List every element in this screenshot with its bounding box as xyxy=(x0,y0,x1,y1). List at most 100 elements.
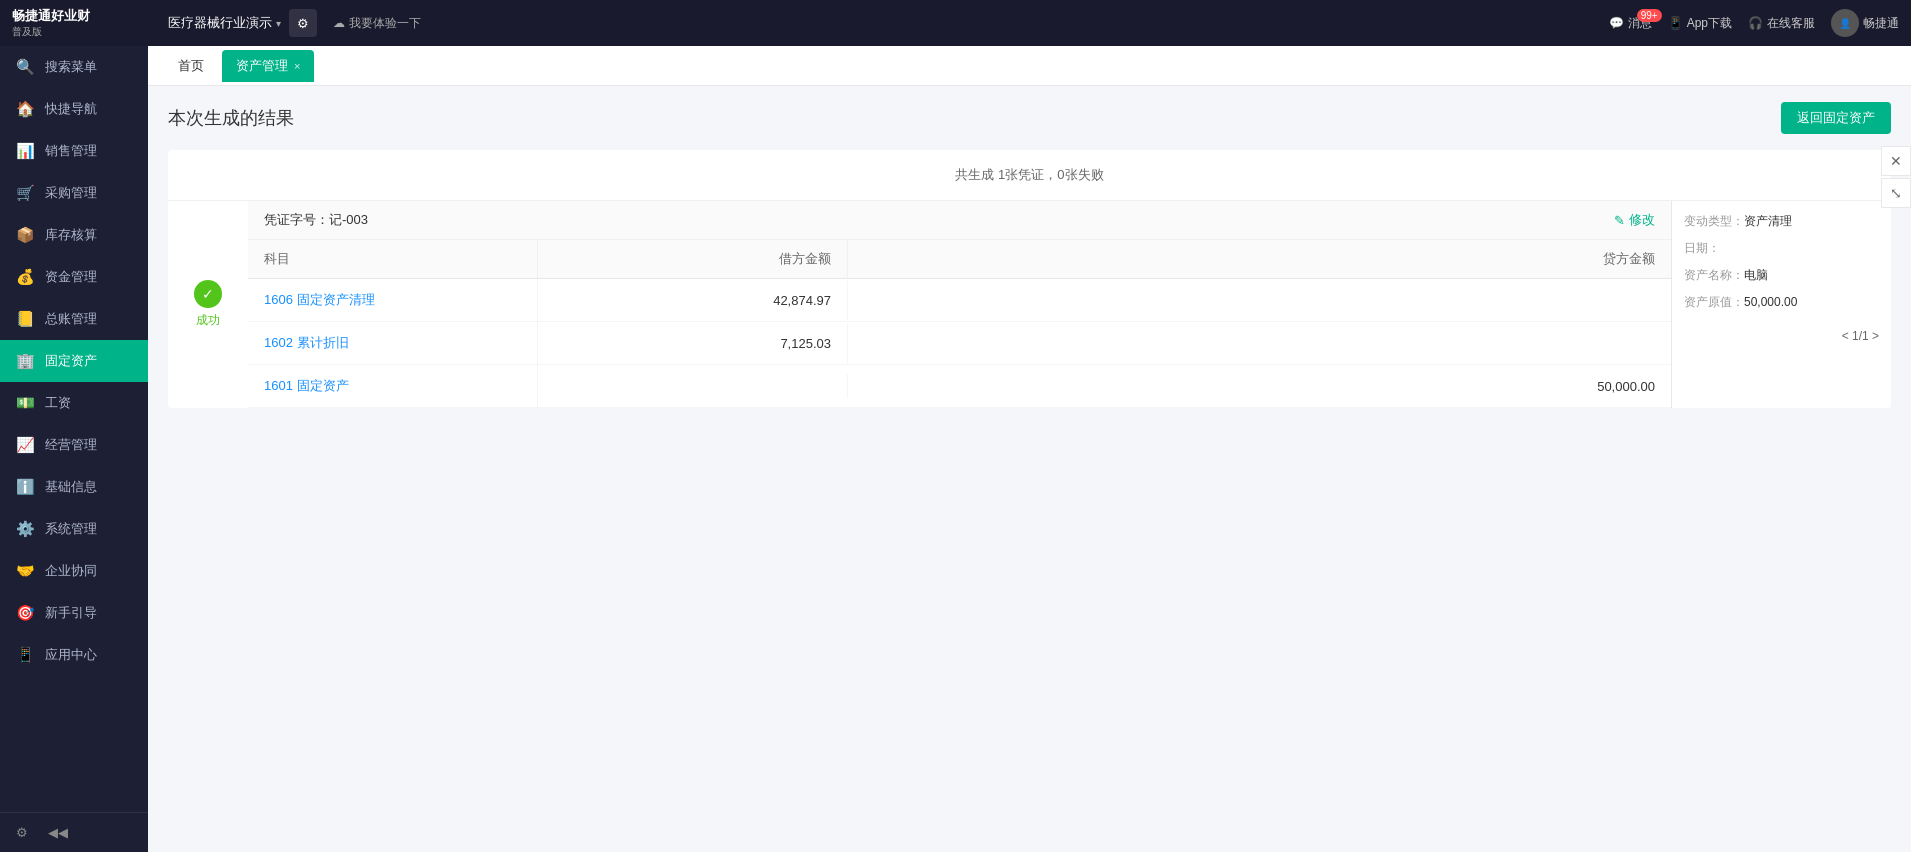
close-panel-button[interactable]: ✕ xyxy=(1881,146,1911,176)
page-title: 本次生成的结果 xyxy=(168,106,294,130)
collapse-button[interactable]: ◀◀ xyxy=(44,821,72,844)
sidebar-item-label: 基础信息 xyxy=(45,478,97,496)
right-panel: 变动类型： 资产清理 日期： 资产名称： 电脑 资产原值： xyxy=(1671,201,1891,408)
panel-controls: ✕ ⤡ xyxy=(1881,146,1911,208)
payroll-icon: 💵 xyxy=(16,394,35,412)
page-content: 本次生成的结果 返回固定资产 共生成 1张凭证，0张失败 ✓ 成功 凭证字号：记… xyxy=(148,86,1911,852)
sidebar-item-app-center[interactable]: 📱 应用中心 xyxy=(0,634,148,676)
row2-debit: 7,125.03 xyxy=(538,324,848,363)
sidebar-item-label: 固定资产 xyxy=(45,352,97,370)
avatar: 👤 xyxy=(1831,9,1859,37)
sidebar-bottom: ⚙ ◀◀ xyxy=(0,812,148,852)
return-button[interactable]: 返回固定资产 xyxy=(1781,102,1891,134)
row2-subject[interactable]: 1602 累计折旧 xyxy=(248,322,538,364)
table-row: 1601 固定资产 50,000.00 xyxy=(248,365,1671,408)
enterprise-icon: 🤝 xyxy=(16,562,35,580)
row1-debit: 42,874.97 xyxy=(538,281,848,320)
sidebar-item-label: 经营管理 xyxy=(45,436,97,454)
trial-button[interactable]: ☁ 我要体验一下 xyxy=(325,11,429,36)
system-icon: ⚙️ xyxy=(16,520,35,538)
sidebar-item-label: 销售管理 xyxy=(45,142,97,160)
success-indicator: ✓ 成功 xyxy=(168,201,248,408)
logo-sub: 普及版 xyxy=(12,25,160,39)
sidebar-item-payroll[interactable]: 💵 工资 xyxy=(0,382,148,424)
tab-home-label: 首页 xyxy=(178,57,204,75)
asset-name-row: 资产名称： 电脑 xyxy=(1684,267,1879,284)
online-service-button[interactable]: 🎧 在线客服 xyxy=(1748,15,1815,32)
asset-name-label: 资产名称： xyxy=(1684,267,1744,284)
sidebar-item-ledger[interactable]: 📒 总账管理 xyxy=(0,298,148,340)
operations-icon: 📈 xyxy=(16,436,35,454)
sidebar-item-operations[interactable]: 📈 经营管理 xyxy=(0,424,148,466)
cloud-icon: ☁ xyxy=(333,16,345,30)
user-menu[interactable]: 👤 畅捷通 xyxy=(1831,9,1899,37)
th-subject: 科目 xyxy=(248,240,538,278)
date-label: 日期： xyxy=(1684,240,1744,257)
sidebar-item-quick-nav[interactable]: 🏠 快捷导航 xyxy=(0,88,148,130)
sales-icon: 📊 xyxy=(16,142,35,160)
sidebar-item-guide[interactable]: 🎯 新手引导 xyxy=(0,592,148,634)
sidebar-item-system[interactable]: ⚙️ 系统管理 xyxy=(0,508,148,550)
settings-bottom-button[interactable]: ⚙ xyxy=(12,821,32,844)
message-icon: 💬 xyxy=(1609,16,1624,30)
headset-icon: 🎧 xyxy=(1748,16,1763,30)
tab-home[interactable]: 首页 xyxy=(164,50,218,82)
chevron-down-icon: ▾ xyxy=(276,18,281,29)
logo-title: 畅捷通好业财 xyxy=(12,7,160,25)
tab-asset-management[interactable]: 资产管理 × xyxy=(222,50,314,82)
th-credit: 贷方金额 xyxy=(848,240,1671,278)
sidebar-item-search[interactable]: 🔍 搜索菜单 xyxy=(0,46,148,88)
messages-badge: 99+ xyxy=(1637,9,1662,22)
row1-subject[interactable]: 1606 固定资产清理 xyxy=(248,279,538,321)
app-center-icon: 📱 xyxy=(16,646,35,664)
company-name: 医疗器械行业演示 xyxy=(168,14,272,32)
sidebar-item-funds[interactable]: 💰 资金管理 xyxy=(0,256,148,298)
th-debit: 借方金额 xyxy=(538,240,848,278)
sidebar-item-basic-info[interactable]: ℹ️ 基础信息 xyxy=(0,466,148,508)
sidebar-item-label: 系统管理 xyxy=(45,520,97,538)
sidebar-item-label: 库存核算 xyxy=(45,226,97,244)
original-value-value: 50,000.00 xyxy=(1744,295,1797,309)
settings-button[interactable]: ⚙ xyxy=(289,9,317,37)
expand-panel-button[interactable]: ⤡ xyxy=(1881,178,1911,208)
tab-close-button[interactable]: × xyxy=(294,60,300,72)
row3-subject[interactable]: 1601 固定资产 xyxy=(248,365,538,407)
sidebar-item-label: 应用中心 xyxy=(45,646,97,664)
change-type-label: 变动类型： xyxy=(1684,213,1744,230)
pagination[interactable]: < 1/1 > xyxy=(1684,321,1879,343)
online-service-label: 在线客服 xyxy=(1767,15,1815,32)
result-panel: 共生成 1张凭证，0张失败 ✓ 成功 凭证字号：记-003 ✎ 修改 xyxy=(168,150,1891,408)
edit-icon: ✎ xyxy=(1614,213,1625,228)
content-area: 首页 资产管理 × 本次生成的结果 返回固定资产 共生成 1张凭证，0张失败 ✓… xyxy=(148,46,1911,852)
sidebar-item-enterprise[interactable]: 🤝 企业协同 xyxy=(0,550,148,592)
row1-credit xyxy=(848,288,1671,312)
home-icon: 🏠 xyxy=(16,100,35,118)
header-center: 医疗器械行业演示 ▾ ⚙ ☁ 我要体验一下 xyxy=(160,9,1609,37)
building-icon: 🏢 xyxy=(16,352,35,370)
voucher-container: ✓ 成功 凭证字号：记-003 ✎ 修改 科目 xyxy=(168,201,1891,408)
edit-button[interactable]: ✎ 修改 xyxy=(1614,211,1655,229)
username-label: 畅捷通 xyxy=(1863,15,1899,32)
sidebar-item-inventory[interactable]: 📦 库存核算 xyxy=(0,214,148,256)
sidebar-item-sales[interactable]: 📊 销售管理 xyxy=(0,130,148,172)
table-row: 1606 固定资产清理 42,874.97 xyxy=(248,279,1671,322)
sidebar-item-label: 资金管理 xyxy=(45,268,97,286)
sidebar-item-label: 企业协同 xyxy=(45,562,97,580)
row3-credit: 50,000.00 xyxy=(848,367,1671,406)
sidebar-item-label: 采购管理 xyxy=(45,184,97,202)
company-selector[interactable]: 医疗器械行业演示 ▾ xyxy=(168,14,281,32)
sidebar-item-purchase[interactable]: 🛒 采购管理 xyxy=(0,172,148,214)
sidebar-item-fixed-assets[interactable]: 🏢 固定资产 xyxy=(0,340,148,382)
messages-button[interactable]: 💬 消息 99+ xyxy=(1609,15,1652,32)
app-download-button[interactable]: 📱 App下载 xyxy=(1668,15,1732,32)
sidebar-item-label: 工资 xyxy=(45,394,71,412)
mobile-icon: 📱 xyxy=(1668,16,1683,30)
sidebar-scroll[interactable]: 🔍 搜索菜单 🏠 快捷导航 📊 销售管理 🛒 采购管理 📦 库存核算 💰 xyxy=(0,46,148,812)
sidebar-item-label: 快捷导航 xyxy=(45,100,97,118)
asset-name-value: 电脑 xyxy=(1744,267,1768,284)
tab-bar: 首页 资产管理 × xyxy=(148,46,1911,86)
funds-icon: 💰 xyxy=(16,268,35,286)
row2-credit xyxy=(848,331,1671,355)
top-header: 畅捷通好业财 普及版 医疗器械行业演示 ▾ ⚙ ☁ 我要体验一下 💬 消息 99… xyxy=(0,0,1911,46)
info-icon: ℹ️ xyxy=(16,478,35,496)
